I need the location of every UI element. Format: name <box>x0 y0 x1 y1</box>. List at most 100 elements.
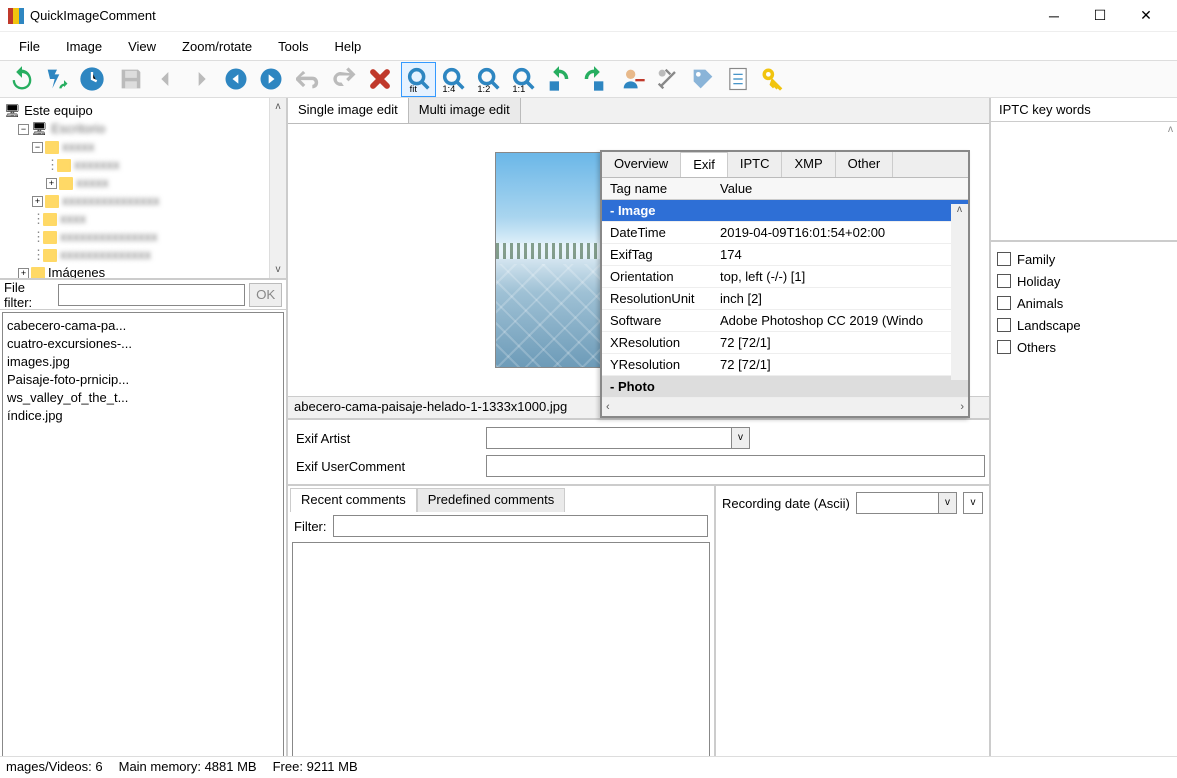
toolbar: fit 1:4 1:2 1:1 <box>0 60 1177 98</box>
tab-xmp[interactable]: XMP <box>782 152 835 177</box>
tree-node[interactable]: xxxx <box>60 211 86 226</box>
rotate-right-icon[interactable] <box>576 62 611 97</box>
menu-tools[interactable]: Tools <box>267 35 319 58</box>
zoom-11-icon[interactable]: 1:1 <box>506 62 541 97</box>
tree-imagenes[interactable]: Imágenes <box>48 265 105 280</box>
status-mainmem: Main memory: 4881 MB <box>119 759 257 776</box>
settings-icon[interactable] <box>650 62 685 97</box>
tree-node[interactable]: xxxxxxxxxxxxxx <box>60 247 151 262</box>
metadata-hscroll[interactable]: ‹› <box>602 398 968 416</box>
save-icon[interactable] <box>113 62 148 97</box>
key-icon[interactable] <box>755 62 790 97</box>
tag-value: inch [2] <box>712 288 968 310</box>
checkbox-others[interactable] <box>997 340 1011 354</box>
keywords-box[interactable]: ʌ <box>991 122 1177 242</box>
tree-node[interactable]: xxxxxxxxxxxxxxx <box>60 229 158 244</box>
menu-zoom[interactable]: Zoom/rotate <box>171 35 263 58</box>
zoom-14-icon[interactable]: 1:4 <box>436 62 471 97</box>
menu-help[interactable]: Help <box>324 35 373 58</box>
chevron-up-icon[interactable]: ʌ <box>1168 124 1173 135</box>
tree-node[interactable]: xxxxx <box>76 175 109 190</box>
close-button[interactable]: ✕ <box>1123 0 1169 32</box>
tree-node[interactable]: xxxxx <box>62 139 95 154</box>
prev-icon[interactable] <box>218 62 253 97</box>
checkbox-landscape[interactable] <box>997 318 1011 332</box>
checkbox-animals[interactable] <box>997 296 1011 310</box>
next-icon[interactable] <box>253 62 288 97</box>
exif-usercomment-input[interactable] <box>486 455 985 477</box>
file-list[interactable]: cabecero-cama-pa... cuatro-excursiones-.… <box>2 312 284 776</box>
tab-predefined-comments[interactable]: Predefined comments <box>417 488 565 512</box>
tab-iptc[interactable]: IPTC <box>728 152 783 177</box>
tag-name: Software <box>602 310 712 332</box>
recording-date-ext[interactable]: v <box>963 492 983 514</box>
file-filter-ok-button[interactable]: OK <box>249 283 282 307</box>
menu-view[interactable]: View <box>117 35 167 58</box>
tree-root[interactable]: Este equipo <box>24 103 93 118</box>
maximize-button[interactable]: ☐ <box>1077 0 1123 32</box>
zoom-fit-icon[interactable]: fit <box>401 62 436 97</box>
comments-filter-input[interactable] <box>333 515 709 537</box>
redo-icon[interactable] <box>327 62 362 97</box>
rotate-left-icon[interactable] <box>541 62 576 97</box>
tab-exif[interactable]: Exif <box>681 152 728 177</box>
checkbox-holiday[interactable] <box>997 274 1011 288</box>
window-title: QuickImageComment <box>30 8 1031 23</box>
exif-artist-combo[interactable]: v <box>486 427 750 449</box>
file-item[interactable]: cabecero-cama-pa... <box>7 317 279 335</box>
zoom-12-icon[interactable]: 1:2 <box>471 62 506 97</box>
tag-icon[interactable] <box>685 62 720 97</box>
undo-icon[interactable] <box>292 62 327 97</box>
left-panel: 🖥 Este equipo −🖥 Escritorio −xxxxx ⋮xxxx… <box>0 98 288 778</box>
clock-icon[interactable] <box>74 62 109 97</box>
chevron-down-icon[interactable]: v <box>731 428 749 448</box>
menu-image[interactable]: Image <box>55 35 113 58</box>
tab-overview[interactable]: Overview <box>602 152 681 177</box>
refresh-icon[interactable] <box>4 62 39 97</box>
col-tagname[interactable]: Tag name <box>602 178 712 200</box>
comments-list[interactable] <box>292 542 710 760</box>
exif-usercomment-label: Exif UserComment <box>292 459 482 474</box>
tab-recent-comments[interactable]: Recent comments <box>290 488 417 512</box>
chevron-down-icon[interactable]: v <box>938 493 956 513</box>
tree-scrollbar[interactable]: ʌv <box>269 98 286 278</box>
menu-file[interactable]: File <box>8 35 51 58</box>
file-filter-input[interactable] <box>58 284 245 306</box>
svg-text:1:2: 1:2 <box>477 84 490 93</box>
file-item[interactable]: images.jpg <box>7 353 279 371</box>
metadata-vscroll[interactable]: ʌ <box>951 204 968 380</box>
minimize-button[interactable]: ─ <box>1031 0 1077 32</box>
tag-value: top, left (-/-) [1] <box>712 266 968 288</box>
delete-icon[interactable] <box>362 62 397 97</box>
titlebar: QuickImageComment ─ ☐ ✕ <box>0 0 1177 32</box>
back-icon[interactable] <box>148 62 183 97</box>
tree-node[interactable]: xxxxxxxxxxxxxxx <box>62 193 160 208</box>
tab-other[interactable]: Other <box>836 152 894 177</box>
folder-tree[interactable]: 🖥 Este equipo −🖥 Escritorio −xxxxx ⋮xxxx… <box>0 98 286 280</box>
bottom-panel: Recent comments Predefined comments Filt… <box>288 484 989 764</box>
keyword-label: Others <box>1017 340 1056 355</box>
file-filter-row: File filter: OK <box>0 280 286 310</box>
tab-multi-edit[interactable]: Multi image edit <box>409 98 521 123</box>
keywords-header: IPTC key words <box>991 98 1177 122</box>
forward-grey-icon[interactable] <box>183 62 218 97</box>
tree-node[interactable]: xxxxxxx <box>74 157 120 172</box>
tree-node[interactable]: Escritorio <box>51 121 105 136</box>
refresh-text-icon[interactable] <box>39 62 74 97</box>
file-item[interactable]: índice.jpg <box>7 407 279 425</box>
col-value[interactable]: Value <box>712 178 968 200</box>
file-item[interactable]: ws_valley_of_the_t... <box>7 389 279 407</box>
user-icon[interactable] <box>615 62 650 97</box>
file-item[interactable]: Paisaje-foto-prnicip... <box>7 371 279 389</box>
menubar: File Image View Zoom/rotate Tools Help <box>0 32 1177 60</box>
recording-date-combo[interactable]: v <box>856 492 957 514</box>
center-panel: Single image edit Multi image edit abece… <box>288 98 989 778</box>
document-icon[interactable] <box>720 62 755 97</box>
svg-text:fit: fit <box>409 84 417 93</box>
tab-single-edit[interactable]: Single image edit <box>288 98 409 123</box>
checkbox-family[interactable] <box>997 252 1011 266</box>
metadata-table: Tag nameValue - Image DateTime2019-04-09… <box>602 178 968 398</box>
keyword-label: Family <box>1017 252 1055 267</box>
file-item[interactable]: cuatro-excursiones-... <box>7 335 279 353</box>
tag-value: Adobe Photoshop CC 2019 (Windo <box>712 310 968 332</box>
